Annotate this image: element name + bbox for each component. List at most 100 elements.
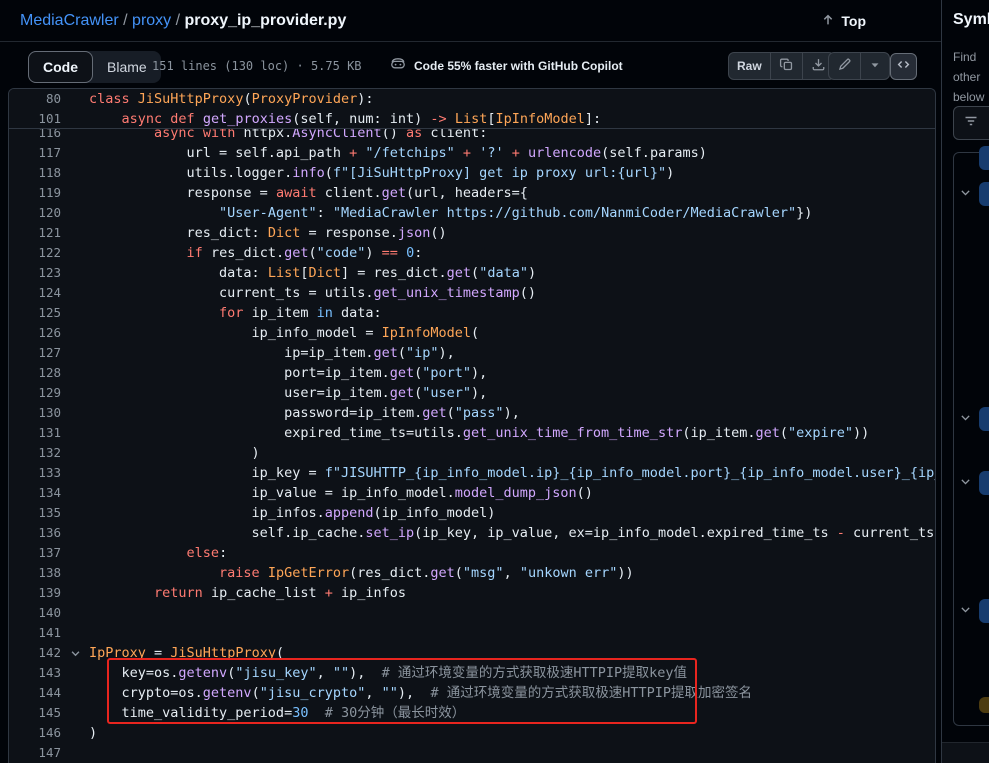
code-text: current_ts = utils.get_unix_timestamp() bbox=[89, 283, 935, 303]
code-line: 131 expired_time_ts=utils.get_unix_time_… bbox=[9, 423, 935, 443]
line-number[interactable]: 131 bbox=[9, 423, 61, 443]
sidebar-footer bbox=[942, 743, 989, 763]
symbols-panel-toggle[interactable] bbox=[890, 53, 917, 80]
line-number[interactable]: 124 bbox=[9, 283, 61, 303]
code-text: port=ip_item.get("port"), bbox=[89, 363, 935, 383]
line-number[interactable]: 141 bbox=[9, 623, 61, 643]
line-number[interactable]: 80 bbox=[9, 89, 61, 109]
github-file-view: MediaCrawler / proxy / proxy_ip_provider… bbox=[0, 0, 989, 763]
copy-raw-button[interactable] bbox=[770, 53, 802, 79]
breadcrumb-folder-link[interactable]: proxy bbox=[132, 12, 171, 30]
line-number[interactable]: 136 bbox=[9, 523, 61, 543]
symbol-item[interactable] bbox=[979, 471, 989, 495]
tab-code[interactable]: Code bbox=[28, 51, 93, 83]
chevron-down-icon[interactable] bbox=[959, 603, 973, 617]
code-line: 125 for ip_item in data: bbox=[9, 303, 935, 323]
symbol-item[interactable] bbox=[979, 407, 989, 431]
back-to-top-button[interactable]: Top bbox=[821, 7, 866, 35]
fold-gutter bbox=[61, 183, 89, 203]
fold-chevron-icon[interactable] bbox=[61, 643, 89, 663]
fold-gutter bbox=[61, 463, 89, 483]
line-number[interactable]: 134 bbox=[9, 483, 61, 503]
line-number[interactable]: 139 bbox=[9, 583, 61, 603]
line-number[interactable]: 147 bbox=[9, 743, 61, 763]
code-text bbox=[89, 603, 935, 623]
fold-gutter bbox=[61, 263, 89, 283]
fold-gutter bbox=[61, 503, 89, 523]
fold-gutter bbox=[61, 423, 89, 443]
line-number[interactable]: 138 bbox=[9, 563, 61, 583]
line-number[interactable]: 128 bbox=[9, 363, 61, 383]
symbols-desc-line: Find bbox=[953, 47, 984, 67]
code-view: 116 async with httpx.AsyncClient() as cl… bbox=[8, 88, 936, 763]
code-text: ip_info_model = IpInfoModel( bbox=[89, 323, 935, 343]
line-number[interactable]: 129 bbox=[9, 383, 61, 403]
line-number[interactable]: 119 bbox=[9, 183, 61, 203]
raw-button[interactable]: Raw bbox=[729, 53, 770, 79]
line-number[interactable]: 137 bbox=[9, 543, 61, 563]
line-number[interactable]: 143 bbox=[9, 663, 61, 683]
symbol-item-highlighted[interactable] bbox=[979, 697, 989, 713]
code-line: 142IpProxy = JiSuHttpProxy( bbox=[9, 643, 935, 663]
edit-file-button[interactable] bbox=[829, 53, 860, 79]
line-number[interactable]: 121 bbox=[9, 223, 61, 243]
symbol-item[interactable] bbox=[979, 146, 989, 170]
code-line: 130 password=ip_item.get("pass"), bbox=[9, 403, 935, 423]
fold-gutter bbox=[61, 223, 89, 243]
fold-gutter bbox=[61, 563, 89, 583]
code-text: key=os.getenv("jisu_key", ""), # 通过环境变量的… bbox=[89, 663, 935, 683]
code-text: time_validity_period=30 # 30分钟（最长时效） bbox=[89, 703, 935, 723]
fold-gutter bbox=[61, 723, 89, 743]
symbol-item[interactable] bbox=[979, 182, 989, 206]
breadcrumb: MediaCrawler / proxy / proxy_ip_provider… bbox=[20, 0, 346, 42]
fold-gutter bbox=[61, 109, 89, 129]
symbol-item[interactable] bbox=[979, 599, 989, 623]
line-number[interactable]: 140 bbox=[9, 603, 61, 623]
line-number[interactable]: 117 bbox=[9, 143, 61, 163]
line-number[interactable]: 126 bbox=[9, 323, 61, 343]
symbols-desc-line: below bbox=[953, 87, 984, 107]
symbols-filter-button[interactable] bbox=[953, 106, 989, 140]
line-number[interactable]: 130 bbox=[9, 403, 61, 423]
breadcrumb-repo-link[interactable]: MediaCrawler bbox=[20, 12, 119, 30]
code-text bbox=[89, 743, 935, 763]
tab-blame[interactable]: Blame bbox=[93, 51, 161, 83]
copilot-banner[interactable]: Code 55% faster with GitHub Copilot bbox=[390, 43, 623, 88]
code-line: 80class JiSuHttpProxy(ProxyProvider): bbox=[9, 89, 935, 109]
back-to-top-label: Top bbox=[841, 13, 866, 29]
line-number[interactable]: 135 bbox=[9, 503, 61, 523]
fold-gutter bbox=[61, 243, 89, 263]
line-number[interactable]: 145 bbox=[9, 703, 61, 723]
symbols-panel-description: Find other below bbox=[953, 47, 984, 107]
line-number[interactable]: 125 bbox=[9, 303, 61, 323]
fold-gutter bbox=[61, 663, 89, 683]
chevron-down-icon[interactable] bbox=[959, 475, 973, 489]
edit-dropdown-button[interactable] bbox=[860, 53, 889, 79]
code-text: ) bbox=[89, 443, 935, 463]
line-number[interactable]: 127 bbox=[9, 343, 61, 363]
line-number[interactable]: 123 bbox=[9, 263, 61, 283]
line-number[interactable]: 101 bbox=[9, 109, 61, 129]
line-number[interactable]: 144 bbox=[9, 683, 61, 703]
chevron-down-icon[interactable] bbox=[959, 411, 973, 425]
fold-gutter bbox=[61, 283, 89, 303]
line-number[interactable]: 132 bbox=[9, 443, 61, 463]
fold-gutter bbox=[61, 523, 89, 543]
fold-gutter bbox=[61, 683, 89, 703]
pencil-icon bbox=[837, 57, 852, 75]
line-number[interactable]: 133 bbox=[9, 463, 61, 483]
line-number[interactable]: 118 bbox=[9, 163, 61, 183]
code-text: expired_time_ts=utils.get_unix_time_from… bbox=[89, 423, 935, 443]
chevron-down-icon[interactable] bbox=[959, 186, 973, 200]
code-text: self.ip_cache.set_ip(ip_key, ip_value, e… bbox=[89, 523, 935, 543]
breadcrumb-separator: / bbox=[119, 12, 132, 30]
line-number[interactable]: 122 bbox=[9, 243, 61, 263]
symbols-tree-panel bbox=[953, 152, 989, 726]
line-number[interactable]: 146 bbox=[9, 723, 61, 743]
fold-gutter bbox=[61, 323, 89, 343]
line-number[interactable]: 120 bbox=[9, 203, 61, 223]
code-line: 132 ) bbox=[9, 443, 935, 463]
code-text: if res_dict.get("code") == 0: bbox=[89, 243, 935, 263]
code-text: for ip_item in data: bbox=[89, 303, 935, 323]
line-number[interactable]: 142 bbox=[9, 643, 61, 663]
